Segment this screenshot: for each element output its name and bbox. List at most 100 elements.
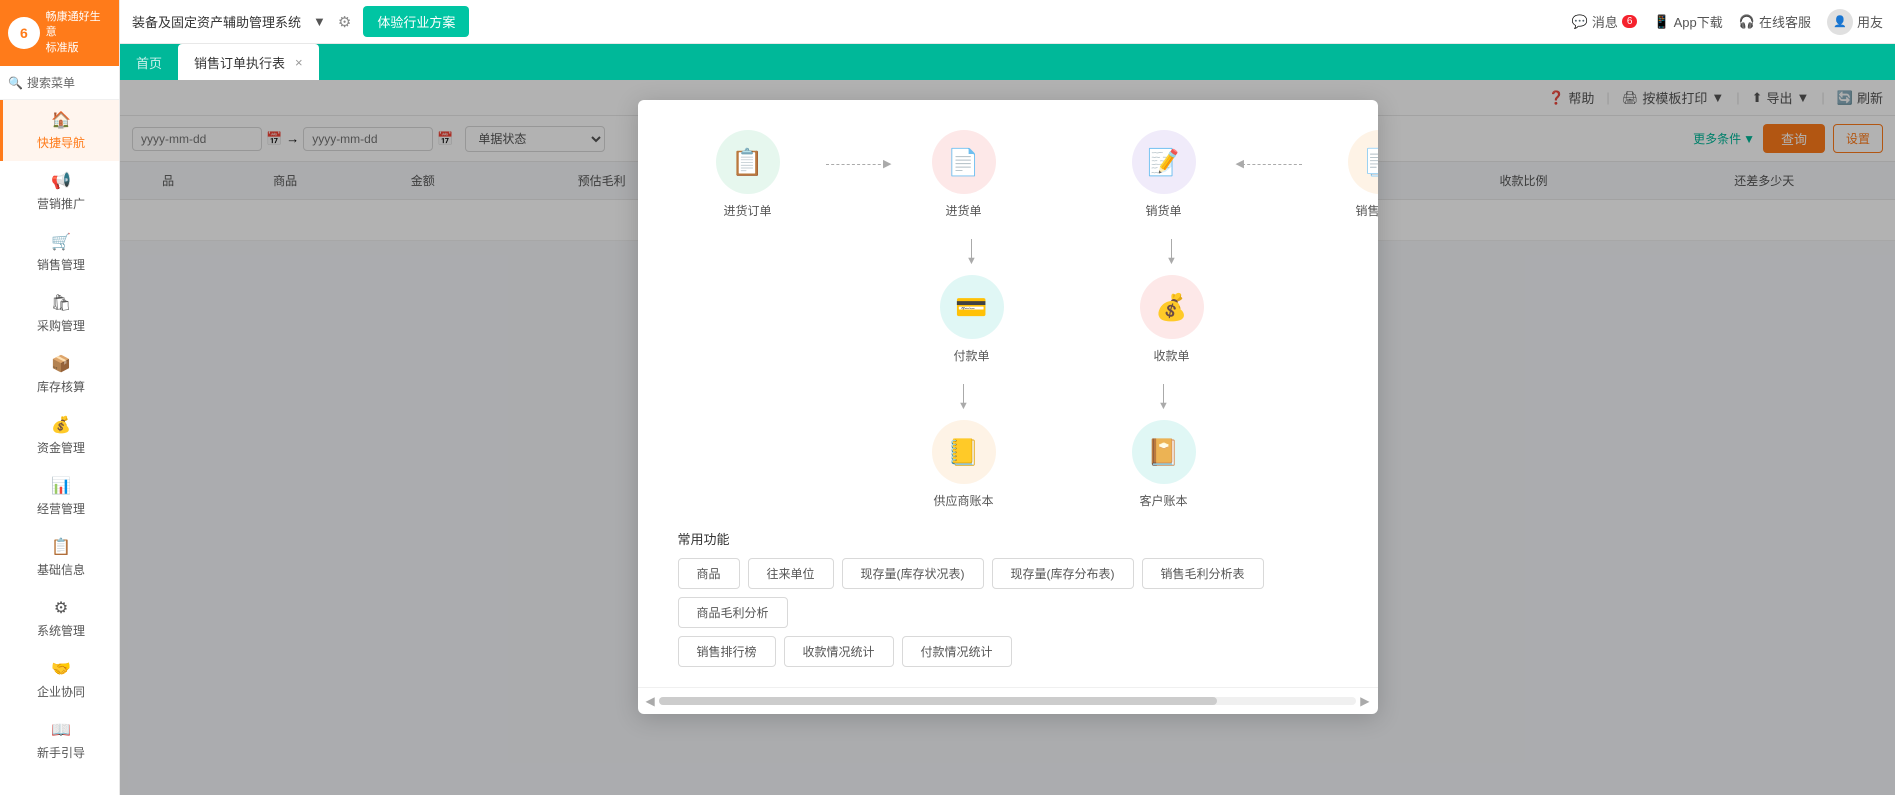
message-btn[interactable]: 💬 消息 6 [1572, 12, 1638, 31]
payment-label: 付款单 [953, 347, 989, 364]
sidebar-item-basic[interactable]: 📋 基础信息 [0, 527, 119, 588]
sales-icon: 🛒 [51, 232, 71, 252]
home-icon: 🏠 [51, 110, 71, 130]
func-btn-payment-stat[interactable]: 付款情况统计 [902, 636, 1012, 667]
close-tab-icon[interactable]: × [295, 55, 303, 70]
supplier-account-circle[interactable]: 📒 [932, 420, 996, 484]
purchase-icon: 🛍 [51, 293, 71, 313]
sidebar-item-guide[interactable]: 📖 新手引导 [0, 710, 119, 771]
sales-slip-icon: 📝 [1147, 147, 1179, 178]
scroll-left-arrow[interactable]: ◀ [646, 694, 655, 708]
sidebar-item-finance[interactable]: 💰 资金管理 [0, 405, 119, 466]
func-btns-row2: 销售排行榜 收款情况统计 付款情况统计 [678, 636, 1338, 667]
sales-slip-circle: 📝 [1132, 130, 1196, 194]
sidebar-item-sales[interactable]: 🛒 销售管理 [0, 222, 119, 283]
user-menu[interactable]: 👤 用友 [1827, 9, 1883, 35]
func-btn-goods[interactable]: 商品 [678, 558, 740, 589]
system-icon: ⚙ [54, 598, 68, 618]
sales-order-icon: 📑 [1363, 147, 1377, 178]
sales-order-label: 销售订单 [1355, 202, 1377, 219]
purchase-order-icon: 📋 [731, 147, 763, 178]
sales-slip-item[interactable]: 📝 销货单 [1094, 130, 1234, 219]
sales-slip-label: 销货单 [1145, 202, 1181, 219]
tab-sales-order[interactable]: 销售订单执行表 × [178, 44, 319, 80]
common-func-section: 常用功能 商品 往来单位 现存量(库存状况表) 现存量(库存分布表) 销售毛利分… [678, 529, 1338, 667]
scroll-track[interactable] [659, 697, 1357, 705]
common-func-title: 常用功能 [678, 529, 1338, 548]
message-icon: 💬 [1572, 14, 1588, 30]
purchase-slip-label: 进货单 [945, 202, 981, 219]
func-btn-inventory-status[interactable]: 现存量(库存状况表) [842, 558, 984, 589]
modal-scrollbar: ◀ ▶ [638, 687, 1378, 714]
nav-tabs: 首页 销售订单执行表 × [120, 44, 1895, 80]
search-icon: 🔍 [8, 76, 23, 90]
topbar-dropdown[interactable]: ▼ [313, 14, 326, 29]
func-btn-sales-rank[interactable]: 销售排行榜 [678, 636, 776, 667]
purchase-order-item[interactable]: 📋 进货订单 [678, 130, 818, 219]
modal-dialog: 📋 进货订单 ▶ [638, 100, 1378, 714]
flow-diagram: 📋 进货订单 ▶ [678, 130, 1338, 509]
sidebar-item-purchase[interactable]: 🛍 采购管理 [0, 283, 119, 344]
online-service-btn[interactable]: 🎧 在线客服 [1739, 12, 1811, 31]
main-area: 装备及固定资产辅助管理系统 ▼ ⚙ 体验行业方案 💬 消息 6 📱 App下载 … [120, 0, 1895, 795]
sidebar-item-system[interactable]: ⚙ 系统管理 [0, 588, 119, 649]
message-badge: 6 [1622, 15, 1638, 28]
sidebar: 6 畅康通好生意 标准版 🔍 搜索菜单 🏠 快捷导航 📢 营销推广 🛒 销售管理… [0, 0, 120, 795]
purchase-slip-circle: 📄 [932, 130, 996, 194]
sidebar-item-quick-nav[interactable]: 🏠 快捷导航 [0, 100, 119, 161]
payment-circle[interactable]: 💳 [940, 275, 1004, 339]
scroll-right-arrow[interactable]: ▶ [1360, 694, 1369, 708]
sidebar-item-marketing[interactable]: 📢 营销推广 [0, 161, 119, 222]
sales-order-item[interactable]: 📑 销售订单 [1310, 130, 1378, 219]
func-btn-inventory-dist[interactable]: 现存量(库存分布表) [992, 558, 1134, 589]
purchase-slip-item[interactable]: 📄 进货单 [894, 130, 1034, 219]
receipt-icon: 💰 [1155, 292, 1187, 323]
content-area: ❓ 帮助 | 🖨 按模板打印 ▼ | ⬆ 导出 ▼ | [120, 80, 1895, 795]
tab-home[interactable]: 首页 [120, 44, 178, 80]
func-btn-sales-profit[interactable]: 销售毛利分析表 [1142, 558, 1264, 589]
func-btns-row1: 商品 往来单位 现存量(库存状况表) 现存量(库存分布表) 销售毛利分析表 商品… [678, 558, 1338, 628]
chevron-down-icon: ▼ [313, 14, 326, 29]
modal-overlay[interactable]: 📋 进货订单 ▶ [120, 80, 1895, 795]
app-download-btn[interactable]: 📱 App下载 [1653, 12, 1722, 31]
logo-icon: 6 [8, 17, 40, 49]
supplier-account-label: 供应商账本 [933, 492, 993, 509]
receipt-circle[interactable]: 💰 [1140, 275, 1204, 339]
logo-text: 畅康通好生意 标准版 [46, 10, 111, 56]
supplier-account-icon: 📒 [947, 437, 979, 468]
customer-account-circle[interactable]: 📔 [1132, 420, 1196, 484]
experience-btn[interactable]: 体验行业方案 [363, 6, 469, 37]
func-btn-receipt-stat[interactable]: 收款情况统计 [784, 636, 894, 667]
receipt-label: 收款单 [1153, 347, 1189, 364]
sidebar-search[interactable]: 🔍 搜索菜单 [0, 66, 119, 100]
purchase-order-label: 进货订单 [723, 202, 771, 219]
operation-icon: 📊 [51, 476, 71, 496]
sidebar-logo: 6 畅康通好生意 标准版 [0, 0, 119, 66]
sales-order-circle: 📑 [1348, 130, 1378, 194]
purchase-slip-icon: 📄 [947, 147, 979, 178]
purchase-order-circle: 📋 [716, 130, 780, 194]
sidebar-item-operation[interactable]: 📊 经营管理 [0, 466, 119, 527]
sidebar-item-inventory[interactable]: 📦 库存核算 [0, 344, 119, 405]
payment-icon: 💳 [955, 292, 987, 323]
func-btn-goods-profit[interactable]: 商品毛利分析 [678, 597, 788, 628]
collab-icon: 🤝 [51, 659, 71, 679]
guide-icon: 📖 [51, 720, 71, 740]
topbar: 装备及固定资产辅助管理系统 ▼ ⚙ 体验行业方案 💬 消息 6 📱 App下载 … [120, 0, 1895, 44]
avatar: 👤 [1827, 9, 1853, 35]
service-icon: 🎧 [1739, 14, 1755, 30]
basic-icon: 📋 [51, 537, 71, 557]
finance-icon: 💰 [51, 415, 71, 435]
func-btn-partners[interactable]: 往来单位 [748, 558, 834, 589]
scroll-thumb [659, 697, 1217, 705]
customer-account-label: 客户账本 [1139, 492, 1187, 509]
marketing-icon: 📢 [51, 171, 71, 191]
customer-account-icon: 📔 [1147, 437, 1179, 468]
download-icon: 📱 [1653, 14, 1669, 30]
settings-icon[interactable]: ⚙ [338, 13, 351, 31]
sidebar-item-collab[interactable]: 🤝 企业协同 [0, 649, 119, 710]
inventory-icon: 📦 [51, 354, 71, 374]
topbar-right: 💬 消息 6 📱 App下载 🎧 在线客服 👤 用友 [1572, 9, 1883, 35]
system-title: 装备及固定资产辅助管理系统 [132, 12, 301, 31]
modal-body: 📋 进货订单 ▶ [638, 100, 1378, 687]
